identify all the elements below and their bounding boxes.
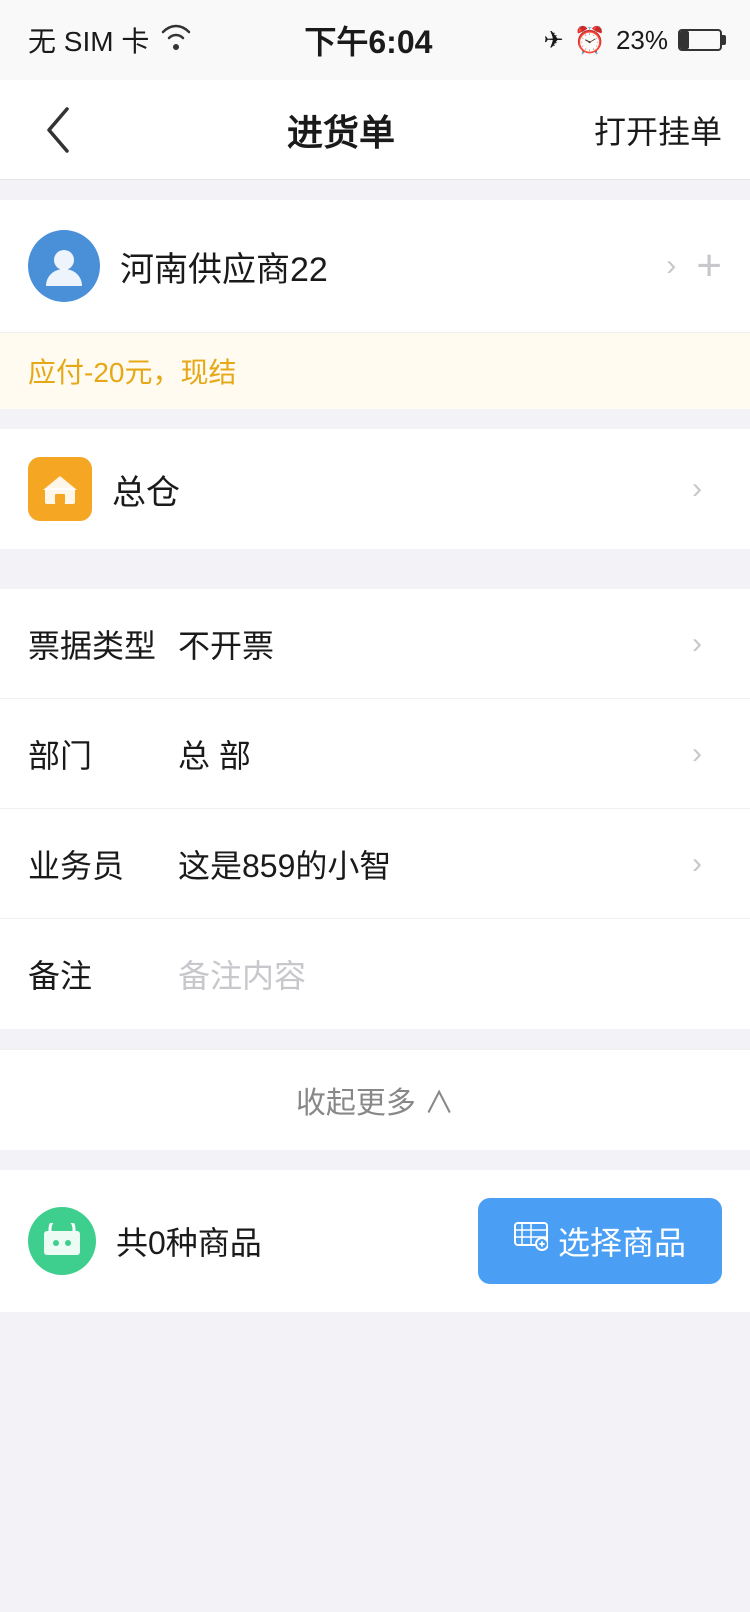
sales-chevron-icon: › (692, 847, 702, 881)
warehouse-name: 总仓 (112, 465, 692, 514)
battery-label: 23% (616, 25, 668, 56)
department-label: 部门 (28, 731, 168, 777)
content-fill (0, 1312, 750, 1612)
bottom-bar: 共0种商品 选择商品 (0, 1170, 750, 1312)
wifi-icon (159, 24, 193, 57)
status-left: 无 SIM 卡 (28, 20, 193, 60)
nav-bar: 进货单 打开挂单 (0, 80, 750, 180)
invoice-label: 票据类型 (28, 621, 168, 667)
remark-label: 备注 (28, 951, 168, 997)
warehouse-chevron-icon: › (692, 472, 702, 506)
section-gap-3 (0, 569, 750, 589)
supplier-name: 河南供应商22 (120, 242, 666, 291)
time-label: 下午6:04 (304, 17, 432, 63)
section-gap-2 (0, 409, 750, 429)
warehouse-row[interactable]: 总仓 › (0, 429, 750, 549)
section-gap-1 (0, 180, 750, 200)
notice-text: 应付-20元，现结 (28, 357, 236, 388)
select-product-button[interactable]: 选择商品 (478, 1198, 722, 1284)
add-supplier-button[interactable]: + (696, 241, 722, 291)
select-btn-label: 选择商品 (558, 1218, 686, 1264)
carrier-label: 无 SIM 卡 (28, 20, 149, 60)
alarm-icon: ⏰ (574, 25, 606, 56)
supplier-row[interactable]: 河南供应商22 › + (0, 200, 750, 333)
status-right: ✈ ⏰ 23% (543, 25, 722, 56)
avatar (28, 230, 100, 302)
page-title: 进货单 (287, 104, 395, 156)
back-button[interactable] (28, 100, 88, 160)
collapse-row[interactable]: 收起更多 ∧ (0, 1049, 750, 1150)
supplier-chevron-icon: › (666, 249, 676, 283)
location-icon: ✈ (543, 26, 563, 55)
remark-row[interactable]: 备注 备注内容 (0, 919, 750, 1029)
department-chevron-icon: › (692, 737, 702, 771)
invoice-row[interactable]: 票据类型 不开票 › (0, 589, 750, 699)
cart-icon (514, 1222, 548, 1260)
supplier-card: 河南供应商22 › + 应付-20元，现结 (0, 200, 750, 409)
sales-value: 这是859的小智 (168, 841, 692, 887)
invoice-value: 不开票 (168, 621, 692, 667)
warehouse-icon (28, 457, 92, 521)
status-bar: 无 SIM 卡 下午6:04 ✈ ⏰ 23% (0, 0, 750, 80)
department-row[interactable]: 部门 总 部 › (0, 699, 750, 809)
form-section: 票据类型 不开票 › 部门 总 部 › 业务员 这是859的小智 › 备注 备注… (0, 569, 750, 1029)
product-icon-wrap (28, 1207, 96, 1275)
warehouse-card: 总仓 › (0, 429, 750, 549)
product-count-label: 共0种商品 (116, 1218, 478, 1264)
invoice-chevron-icon: › (692, 627, 702, 661)
battery-icon (678, 29, 722, 51)
notice-bar: 应付-20元，现结 (0, 333, 750, 409)
department-value: 总 部 (168, 731, 692, 777)
collapse-label: 收起更多 ∧ (296, 1078, 454, 1122)
open-pending-button[interactable]: 打开挂单 (594, 107, 722, 153)
sales-label: 业务员 (28, 841, 168, 887)
sales-row[interactable]: 业务员 这是859的小智 › (0, 809, 750, 919)
remark-input[interactable]: 备注内容 (168, 951, 722, 997)
